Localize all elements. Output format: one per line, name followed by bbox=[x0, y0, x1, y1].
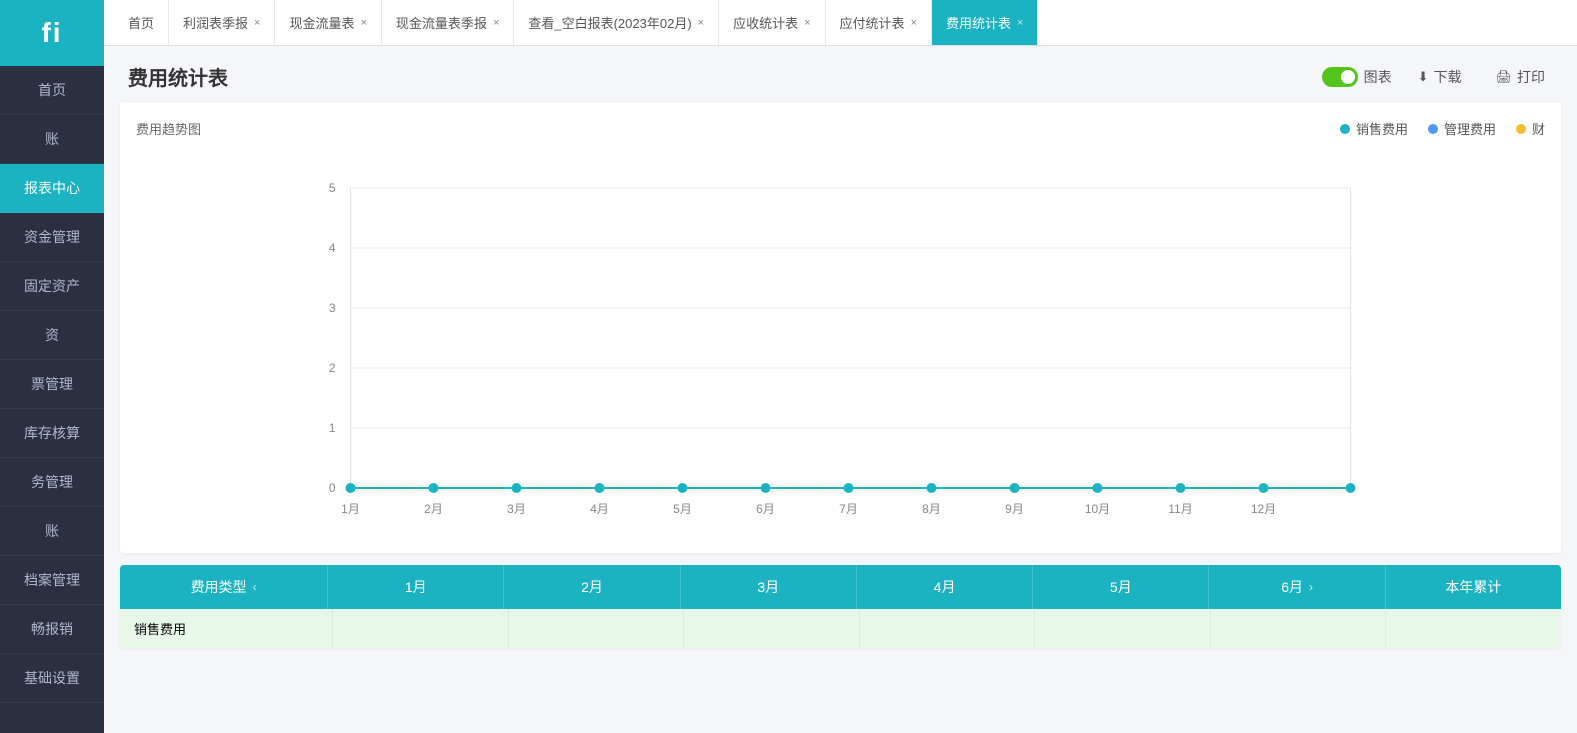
sidebar-item-settings[interactable]: 基础设置 bbox=[0, 654, 104, 703]
svg-text:8月: 8月 bbox=[922, 502, 941, 516]
svg-text:2: 2 bbox=[329, 361, 336, 375]
chart-toggle[interactable] bbox=[1322, 67, 1358, 87]
table-cell-ytd bbox=[1386, 609, 1561, 648]
legend-dot-finance bbox=[1516, 124, 1526, 134]
sidebar: fi 首页 账 报表中心 资金管理 固定资产 资 票管理 库存核算 务管理 账 … bbox=[0, 0, 104, 733]
svg-text:1月: 1月 bbox=[341, 502, 360, 516]
tab-close-cashflow[interactable]: × bbox=[360, 17, 366, 29]
chart-toggle-wrap[interactable]: 图表 bbox=[1322, 67, 1392, 87]
svg-text:12月: 12月 bbox=[1251, 502, 1276, 516]
svg-text:3: 3 bbox=[329, 301, 336, 315]
tab-close-expense-stats[interactable]: × bbox=[1017, 17, 1023, 29]
sidebar-item-fixed-assets[interactable]: 固定资产 bbox=[0, 262, 104, 311]
legend-label-admin: 管理费用 bbox=[1444, 119, 1496, 138]
svg-text:9月: 9月 bbox=[1005, 502, 1024, 516]
sidebar-item-inventory[interactable]: 库存核算 bbox=[0, 409, 104, 458]
chart-svg-wrap: 5 4 3 2 1 0 bbox=[136, 148, 1545, 533]
sidebar-item-invoices[interactable]: 票管理 bbox=[0, 360, 104, 409]
legend-label-sales: 销售费用 bbox=[1356, 119, 1408, 138]
tab-expense-stats[interactable]: 费用统计表 × bbox=[932, 0, 1038, 45]
header-actions: 图表 ⬇ 下载 🖨 打印 bbox=[1322, 63, 1553, 91]
table-next-button[interactable]: › bbox=[1309, 580, 1313, 594]
sidebar-item-funds[interactable]: 资金管理 bbox=[0, 213, 104, 262]
legend-finance: 财 bbox=[1516, 119, 1545, 138]
table-cell-may bbox=[1035, 609, 1211, 648]
tab-bar: 首页 利润表季报 × 现金流量表 × 现金流量表季报 × 查看_空白报表(202… bbox=[104, 0, 1577, 46]
chart-section: 费用趋势图 销售费用 管理费用 财 bbox=[120, 103, 1561, 553]
table-col-apr: 4月 bbox=[857, 565, 1033, 609]
svg-text:4: 4 bbox=[329, 241, 336, 255]
sidebar-logo: fi bbox=[0, 0, 104, 66]
sidebar-item-home[interactable]: 首页 bbox=[0, 66, 104, 115]
table-cell-feb bbox=[509, 609, 685, 648]
sidebar-item-assets[interactable]: 资 bbox=[0, 311, 104, 360]
svg-text:5月: 5月 bbox=[673, 502, 692, 516]
sidebar-item-services[interactable]: 务管理 bbox=[0, 458, 104, 507]
svg-text:3月: 3月 bbox=[507, 502, 526, 516]
print-icon: 🖨 bbox=[1495, 69, 1512, 85]
svg-text:7月: 7月 bbox=[839, 502, 858, 516]
download-button[interactable]: ⬇ 下载 bbox=[1410, 63, 1470, 91]
sidebar-item-report-center[interactable]: 报表中心 bbox=[0, 164, 104, 213]
table-col-jun: 6月 › bbox=[1209, 565, 1385, 609]
table-col-mar: 3月 bbox=[681, 565, 857, 609]
table-row: 销售费用 bbox=[120, 609, 1561, 648]
tab-cashflow-quarterly[interactable]: 现金流量表季报 × bbox=[382, 0, 514, 45]
tab-payable[interactable]: 应付统计表 × bbox=[826, 0, 932, 45]
table-prev-button[interactable]: ‹ bbox=[253, 580, 257, 594]
tab-close-profit-quarterly[interactable]: × bbox=[254, 17, 260, 29]
table-cell-jan bbox=[333, 609, 509, 648]
chart-legend: 销售费用 管理费用 财 bbox=[1340, 119, 1545, 138]
tab-cashflow[interactable]: 现金流量表 × bbox=[275, 0, 381, 45]
svg-text:6月: 6月 bbox=[756, 502, 775, 516]
table-cell-apr bbox=[860, 609, 1036, 648]
sidebar-item-ledger[interactable]: 账 bbox=[0, 507, 104, 556]
table-cell-jun bbox=[1211, 609, 1387, 648]
table-col-may: 5月 bbox=[1033, 565, 1209, 609]
table-col-ytd: 本年累计 bbox=[1386, 565, 1561, 609]
tab-close-cashflow-quarterly[interactable]: × bbox=[493, 17, 499, 29]
table-col-feb: 2月 bbox=[504, 565, 680, 609]
svg-text:5: 5 bbox=[329, 181, 336, 195]
table-header-row: 费用类型 ‹ 1月 2月 3月 4月 5月 bbox=[120, 565, 1561, 609]
tab-close-payable[interactable]: × bbox=[911, 17, 917, 29]
svg-text:1: 1 bbox=[329, 421, 336, 435]
svg-text:0: 0 bbox=[329, 481, 336, 495]
svg-text:11月: 11月 bbox=[1168, 502, 1192, 516]
print-button[interactable]: 🖨 打印 bbox=[1487, 63, 1553, 91]
sidebar-item-expense[interactable]: 畅报销 bbox=[0, 605, 104, 654]
table-section: 费用类型 ‹ 1月 2月 3月 4月 5月 bbox=[120, 565, 1561, 648]
trend-chart: 5 4 3 2 1 0 bbox=[136, 148, 1545, 528]
legend-admin: 管理费用 bbox=[1428, 119, 1496, 138]
legend-dot-admin bbox=[1428, 124, 1438, 134]
table-cell-type: 销售费用 bbox=[120, 609, 333, 648]
tab-blank-report[interactable]: 查看_空白报表(2023年02月) × bbox=[514, 0, 719, 45]
chart-toggle-label: 图表 bbox=[1364, 67, 1392, 87]
main-area: 首页 利润表季报 × 现金流量表 × 现金流量表季报 × 查看_空白报表(202… bbox=[104, 0, 1577, 733]
tab-receivable[interactable]: 应收统计表 × bbox=[719, 0, 825, 45]
chart-header: 费用趋势图 销售费用 管理费用 财 bbox=[136, 119, 1545, 138]
table-col-jan: 1月 bbox=[328, 565, 504, 609]
svg-text:10月: 10月 bbox=[1085, 502, 1110, 516]
legend-dot-sales bbox=[1340, 124, 1350, 134]
tab-profit-quarterly[interactable]: 利润表季报 × bbox=[169, 0, 275, 45]
legend-label-finance: 财 bbox=[1532, 119, 1545, 138]
download-icon: ⬇ bbox=[1418, 69, 1429, 85]
table-cell-mar bbox=[684, 609, 860, 648]
page-title: 费用统计表 bbox=[128, 62, 228, 91]
tab-home[interactable]: 首页 bbox=[114, 0, 169, 45]
sidebar-item-archives[interactable]: 档案管理 bbox=[0, 556, 104, 605]
page-header: 费用统计表 图表 ⬇ 下载 🖨 打印 bbox=[104, 46, 1577, 103]
table-col-type: 费用类型 ‹ bbox=[120, 565, 328, 609]
chart-title: 费用趋势图 bbox=[136, 119, 201, 138]
tab-close-receivable[interactable]: × bbox=[804, 17, 810, 29]
sidebar-item-account[interactable]: 账 bbox=[0, 115, 104, 164]
svg-text:2月: 2月 bbox=[424, 502, 443, 516]
tab-close-blank-report[interactable]: × bbox=[698, 17, 704, 29]
svg-text:4月: 4月 bbox=[590, 502, 609, 516]
content-area: 费用统计表 图表 ⬇ 下载 🖨 打印 费用趋势图 bbox=[104, 46, 1577, 733]
legend-sales: 销售费用 bbox=[1340, 119, 1408, 138]
